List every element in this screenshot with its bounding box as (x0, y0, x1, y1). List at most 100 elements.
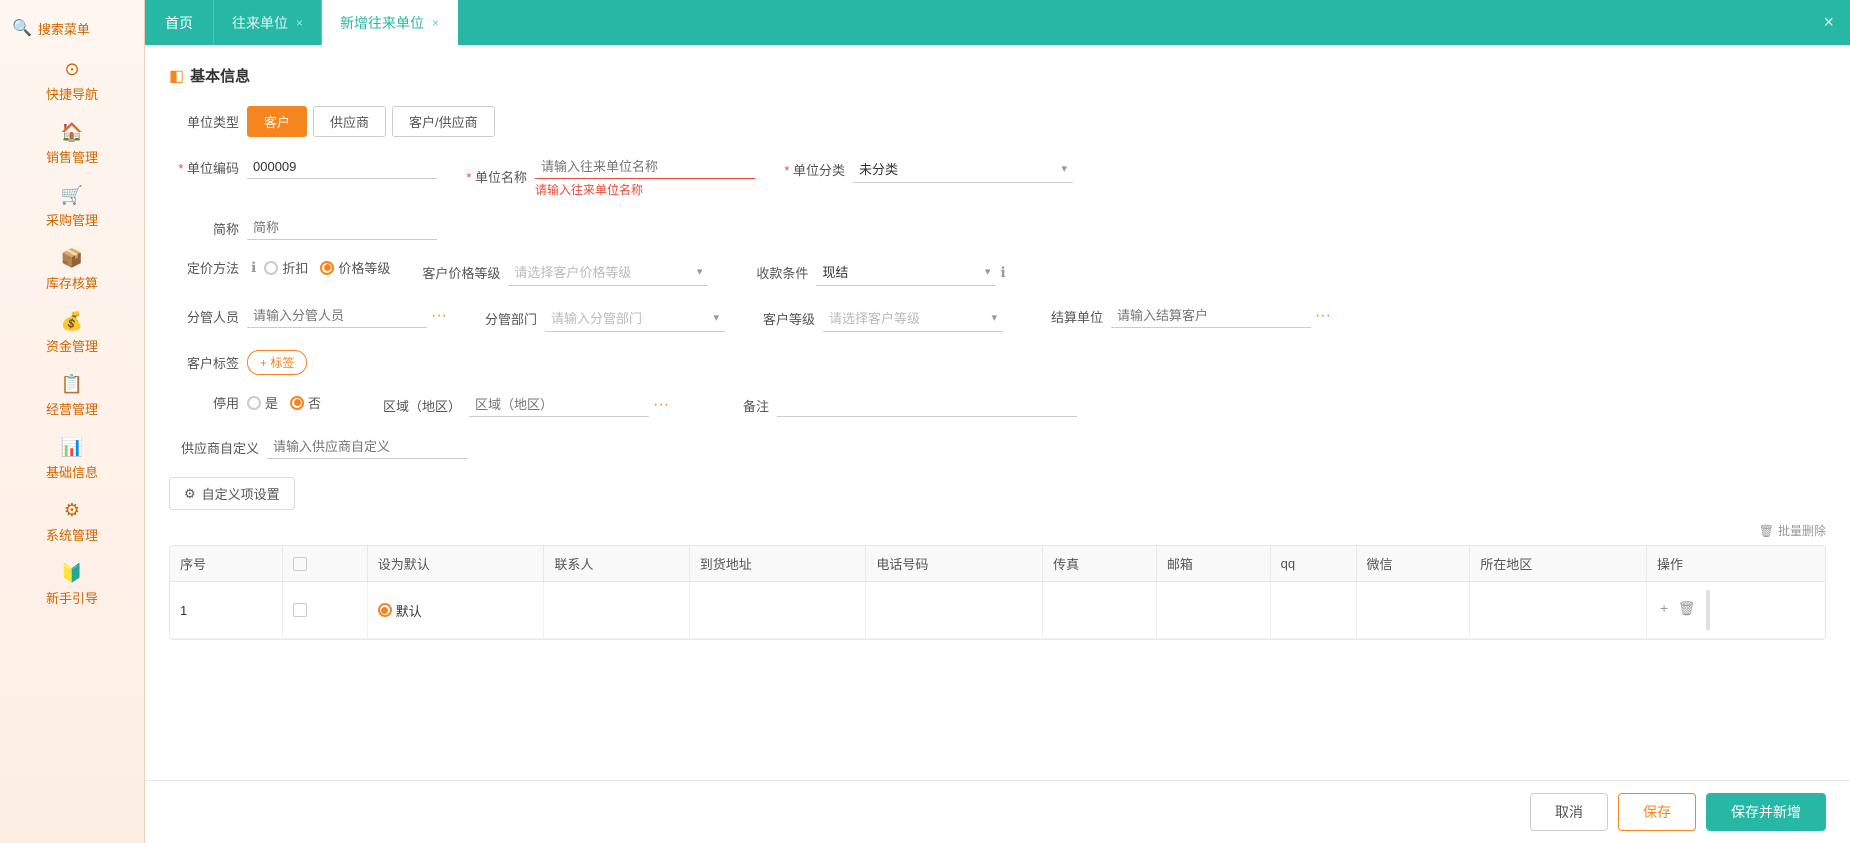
region-input[interactable] (469, 393, 649, 417)
finance-label: 资金管理 (46, 336, 98, 355)
region-more-icon[interactable]: ··· (653, 396, 669, 414)
th-qq: qq (1270, 546, 1356, 582)
unit-category-select[interactable]: 未分类 ▾ (853, 155, 1073, 183)
quick-nav-icon: ⊙ (61, 58, 83, 80)
type-btn-supplier[interactable]: 供应商 (313, 106, 386, 137)
payment-condition-arrow-icon: ▾ (985, 265, 991, 278)
scroll-handle[interactable] (1706, 590, 1710, 630)
note-input[interactable] (777, 393, 1077, 417)
payment-condition-label: 收款条件 (738, 263, 808, 282)
th-wechat: 微信 (1356, 546, 1470, 582)
custom-setting-label: 自定义项设置 (202, 484, 280, 503)
inventory-icon: 📦 (61, 247, 83, 269)
radio-price-level-circle (320, 261, 334, 275)
region-group: 区域（地区） ··· (381, 393, 669, 417)
batch-delete-button[interactable]: 🗑 批量删除 (1759, 522, 1826, 539)
department-select[interactable]: 请输入分管部门 ▾ (545, 304, 725, 332)
custom-setting-button[interactable]: ⚙ 自定义项设置 (169, 477, 295, 510)
type-btn-both[interactable]: 客户/供应商 (392, 106, 495, 137)
manager-input[interactable] (247, 304, 427, 328)
department-arrow-icon: ▾ (713, 311, 719, 324)
radio-discount[interactable]: 折扣 (264, 258, 308, 277)
th-email: 邮箱 (1156, 546, 1270, 582)
sidebar-item-quick-nav[interactable]: ⊙ 快捷导航 (0, 48, 144, 111)
th-phone: 电话号码 (866, 546, 1043, 582)
tab-home-label: 首页 (165, 13, 193, 33)
quick-nav-label: 快捷导航 (46, 84, 98, 103)
settlement-unit-input[interactable] (1111, 304, 1311, 328)
payment-info-icon[interactable]: ℹ (1000, 264, 1005, 281)
unit-name-error-msg: 请输入往来单位名称 (535, 181, 755, 198)
sidebar-item-finance[interactable]: 💰 资金管理 (0, 300, 144, 363)
td-qq (1270, 582, 1356, 639)
sidebar-item-guide[interactable]: 🔰 新手引导 (0, 552, 144, 615)
unit-type-row: 单位类型 客户 供应商 客户/供应商 (169, 106, 1826, 137)
sidebar-item-basic[interactable]: 📊 基础信息 (0, 426, 144, 489)
radio-no[interactable]: 否 (290, 393, 321, 412)
unit-category-label: 单位分类 (775, 160, 845, 179)
radio-yes[interactable]: 是 (247, 393, 278, 412)
radio-price-level[interactable]: 价格等级 (320, 258, 390, 277)
cancel-button[interactable]: 取消 (1530, 793, 1608, 831)
batch-delete-area: 🗑 批量删除 (169, 522, 1826, 539)
default-radio[interactable] (378, 603, 392, 617)
th-contact: 联系人 (544, 546, 689, 582)
sidebar-item-purchase[interactable]: 🛒 采购管理 (0, 174, 144, 237)
type-btn-customer[interactable]: 客户 (247, 106, 307, 137)
note-group: 备注 (729, 393, 1826, 417)
customer-price-select[interactable]: 请选择客户价格等级 ▾ (508, 258, 708, 286)
tab-bar-close-icon[interactable]: × (1823, 12, 1834, 33)
customer-tag-label: 客户标签 (169, 353, 239, 372)
guide-icon: 🔰 (61, 562, 83, 584)
add-tag-button[interactable]: + 标签 (247, 350, 307, 375)
radio-discount-label: 折扣 (282, 258, 308, 277)
customer-level-group: 客户等级 请选择客户等级 ▾ (755, 304, 1003, 332)
sidebar-search[interactable]: 🔍 搜索菜单 (0, 8, 144, 48)
unit-type-buttons: 客户 供应商 客户/供应商 (247, 106, 495, 137)
bottom-bar: 取消 保存 保存并新增 (145, 780, 1850, 843)
radio-no-circle (290, 396, 304, 410)
table-row: 1 默认 (170, 582, 1825, 639)
settlement-unit-group: 结算单位 ··· (1033, 304, 1826, 328)
th-fax: 传真 (1043, 546, 1157, 582)
row-add-icon[interactable]: + (1660, 600, 1668, 616)
save-button[interactable]: 保存 (1618, 793, 1696, 831)
sidebar-item-system[interactable]: ⚙ 系统管理 (0, 489, 144, 552)
radio-yes-label: 是 (265, 393, 278, 412)
select-all-checkbox[interactable] (293, 557, 307, 571)
unit-category-arrow-icon: ▾ (1061, 162, 1067, 175)
manager-more-icon[interactable]: ··· (431, 307, 447, 325)
pricing-row: 定价方法 ℹ 折扣 价格等级 客户价格等级 (169, 258, 1826, 286)
short-name-label: 简称 (169, 219, 239, 238)
main-area: 首页 往来单位 × 新增往来单位 × × ◧ 基本信息 单位类型 客户 (145, 0, 1850, 843)
manager-group: 分管人员 ··· (169, 304, 447, 328)
th-seq: 序号 (170, 546, 283, 582)
disabled-group: 停用 是 否 (169, 393, 321, 412)
short-name-input[interactable] (247, 216, 437, 240)
tab-add-partner[interactable]: 新增往来单位 × (322, 0, 458, 45)
sidebar-item-sales[interactable]: 🏠 销售管理 (0, 111, 144, 174)
tab2-close-icon[interactable]: × (432, 16, 439, 30)
pricing-info-icon[interactable]: ℹ (251, 259, 256, 276)
unit-name-input[interactable] (535, 155, 755, 179)
row-checkbox[interactable] (293, 603, 307, 617)
pricing-method-group: 定价方法 ℹ 折扣 价格等级 (169, 258, 390, 277)
sidebar-item-inventory[interactable]: 📦 库存核算 (0, 237, 144, 300)
settlement-more-icon[interactable]: ··· (1315, 307, 1331, 325)
pricing-radio-group: 折扣 价格等级 (264, 258, 390, 277)
unit-code-label: 单位编码 (169, 158, 239, 177)
tab1-close-icon[interactable]: × (296, 16, 303, 30)
supplier-custom-input[interactable] (267, 435, 467, 459)
td-checkbox (283, 582, 368, 639)
content-area: ◧ 基本信息 单位类型 客户 供应商 客户/供应商 单位编码 (145, 45, 1850, 780)
payment-condition-select[interactable]: 现结 ▾ (816, 258, 996, 286)
sidebar-item-operations[interactable]: 📋 经营管理 (0, 363, 144, 426)
unit-code-input[interactable] (247, 155, 437, 179)
tab-home[interactable]: 首页 (145, 0, 214, 45)
row-delete-icon[interactable]: 🗑 (1678, 600, 1696, 616)
save-and-new-button[interactable]: 保存并新增 (1706, 793, 1826, 831)
section-icon: ◧ (169, 66, 184, 86)
tab-partner-list[interactable]: 往来单位 × (214, 0, 322, 45)
customer-level-select[interactable]: 请选择客户等级 ▾ (823, 304, 1003, 332)
td-action: + 🗑 (1646, 582, 1825, 639)
